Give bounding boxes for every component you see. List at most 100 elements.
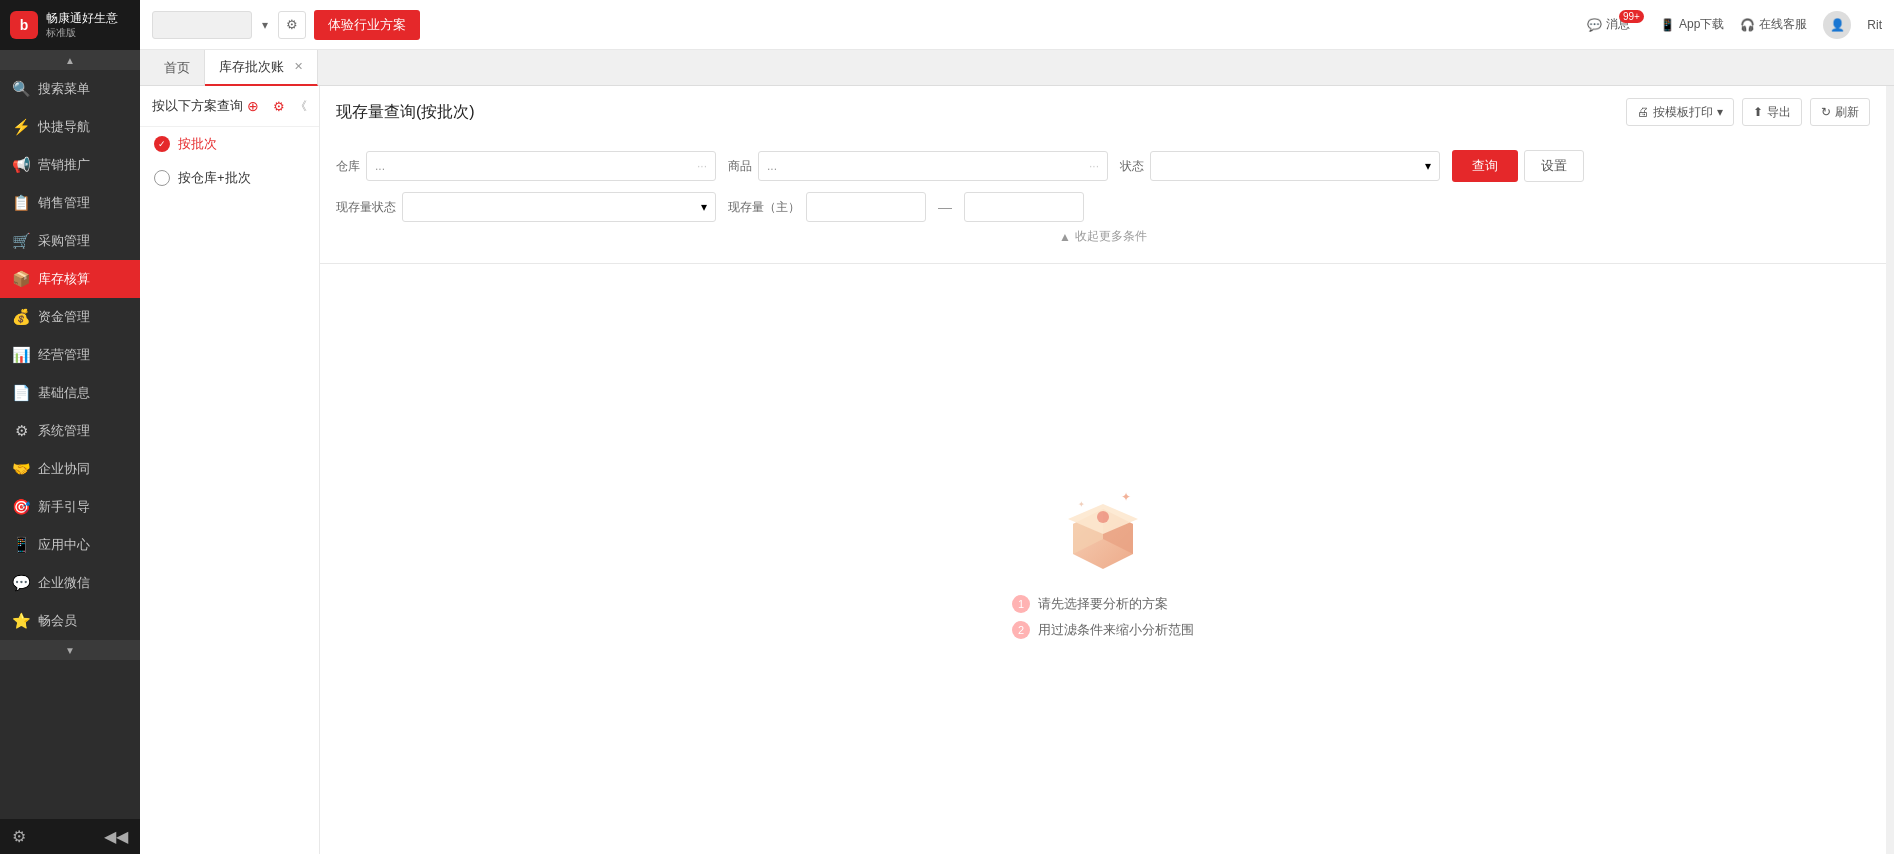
app-download-button[interactable]: 📱 App下载 [1660, 16, 1724, 33]
sidebar-item-basic-info[interactable]: 📄 基础信息 [0, 374, 140, 412]
sidebar-item-guide[interactable]: 🎯 新手引导 [0, 488, 140, 526]
scheme-settings-button[interactable]: ⚙ [269, 96, 289, 116]
operations-icon: 📊 [12, 346, 30, 364]
warehouse-input[interactable]: ... ··· [366, 151, 716, 181]
empty-icon: ✦ ✦ [1053, 479, 1153, 579]
export-icon: ⬆ [1753, 105, 1763, 119]
service-button[interactable]: 🎧 在线客服 [1740, 16, 1807, 33]
sidebar-footer: ⚙ ◀◀ [0, 819, 140, 854]
left-panel-actions: ⊕ ⚙ 《 [243, 96, 307, 116]
topbar-dropdown-button[interactable]: ▾ [256, 11, 274, 39]
service-label: 在线客服 [1759, 16, 1807, 33]
page-title: 现存量查询(按批次) [336, 102, 475, 123]
sidebar-header: b 畅康通好生意 标准版 [0, 0, 140, 50]
inventory-icon: 📦 [12, 270, 30, 288]
sidebar-item-member[interactable]: ⭐ 畅会员 [0, 602, 140, 640]
sidebar-item-marketing[interactable]: 📢 营销推广 [0, 146, 140, 184]
scheme-inactive-dot [154, 170, 170, 186]
sidebar-search[interactable]: 🔍 搜索菜单 [0, 70, 140, 108]
collapse-more-button[interactable]: ▲ 收起更多条件 [336, 222, 1870, 251]
scheme-item-by-batch[interactable]: ✓ 按批次 [140, 127, 319, 161]
topbar-settings-button[interactable]: ⚙ [278, 11, 306, 39]
refresh-button[interactable]: ↻ 刷新 [1810, 98, 1870, 126]
tip-num-1: 1 [1012, 595, 1030, 613]
tip-num-2: 2 [1012, 621, 1030, 639]
filter-inventory-status: 现存量状态 ▾ [336, 192, 716, 222]
print-button[interactable]: 🖨 按模板打印 ▾ [1626, 98, 1734, 126]
sidebar-search-label: 搜索菜单 [38, 80, 90, 98]
filter-goods: 商品 ... ··· [728, 151, 1108, 181]
inventory-qty-max-input[interactable] [964, 192, 1084, 222]
right-scrollbar[interactable] [1886, 86, 1894, 854]
status-select-icon: ▾ [1425, 159, 1431, 173]
sidebar-item-sales[interactable]: 📋 销售管理 [0, 184, 140, 222]
tab-close-button[interactable]: ✕ [294, 60, 303, 73]
sidebar-item-purchase[interactable]: 🛒 采购管理 [0, 222, 140, 260]
goods-input[interactable]: ... ··· [758, 151, 1108, 181]
chevron-up-icon: ▲ [1059, 230, 1071, 244]
user-avatar[interactable]: 👤 [1823, 11, 1851, 39]
sidebar-scroll-up[interactable]: ▲ [0, 50, 140, 70]
right-main: 现存量查询(按批次) 🖨 按模板打印 ▾ ⬆ 导出 ↻ [320, 86, 1886, 854]
refresh-label: 刷新 [1835, 104, 1859, 121]
tab-home[interactable]: 首页 [150, 50, 205, 86]
finance-icon: 💰 [12, 308, 30, 326]
app-logo: b [10, 11, 38, 39]
empty-state: ✦ ✦ 1 请先选择要分析的方案 2 用过滤条件来缩小分析范围 [320, 264, 1886, 854]
sidebar-item-enterprise[interactable]: 🤝 企业协同 [0, 450, 140, 488]
collapse-left-panel-button[interactable]: 《 [295, 98, 307, 115]
topbar-search-input[interactable] [152, 11, 252, 39]
notice-button[interactable]: 💬 消息 99+ [1587, 16, 1630, 33]
collapse-sidebar-icon[interactable]: ◀◀ [104, 827, 128, 846]
export-button[interactable]: ⬆ 导出 [1742, 98, 1802, 126]
sidebar-item-label: 经营管理 [38, 346, 90, 364]
status-select[interactable]: ▾ [1150, 151, 1440, 181]
filter-row-1-wrap: 仓库 ... ··· 商品 [336, 150, 1870, 222]
sidebar-item-label: 企业协同 [38, 460, 90, 478]
notice-icon: 💬 [1587, 18, 1602, 32]
sidebar-item-label: 系统管理 [38, 422, 90, 440]
refresh-icon: ↻ [1821, 105, 1831, 119]
collapse-more-label: 收起更多条件 [1075, 228, 1147, 245]
sidebar-item-label: 资金管理 [38, 308, 90, 326]
sidebar: b 畅康通好生意 标准版 ▲ 🔍 搜索菜单 ⚡ 快捷导航 📢 营销推广 📋 销售… [0, 0, 140, 854]
sidebar-item-wechat[interactable]: 💬 企业微信 [0, 564, 140, 602]
phone-icon: 📱 [1660, 18, 1675, 32]
inventory-qty-min-input[interactable] [806, 192, 926, 222]
search-icon: 🔍 [12, 80, 30, 98]
inventory-status-select[interactable]: ▾ [402, 192, 716, 222]
settings-button[interactable]: 设置 [1524, 150, 1584, 182]
scheme-label: 按批次 [178, 135, 217, 153]
sidebar-item-label: 销售管理 [38, 194, 90, 212]
empty-tips: 1 请先选择要分析的方案 2 用过滤条件来缩小分析范围 [1012, 595, 1194, 639]
scheme-item-by-warehouse-batch[interactable]: 按仓库+批次 [140, 161, 319, 195]
svg-text:✦: ✦ [1078, 500, 1085, 509]
sidebar-item-quick-nav[interactable]: ⚡ 快捷导航 [0, 108, 140, 146]
filter-warehouse: 仓库 ... ··· [336, 151, 716, 181]
headset-icon: 🎧 [1740, 18, 1755, 32]
empty-tip-2: 2 用过滤条件来缩小分析范围 [1012, 621, 1194, 639]
tip-text-1: 请先选择要分析的方案 [1038, 595, 1168, 613]
sidebar-item-operations[interactable]: 📊 经营管理 [0, 336, 140, 374]
username-label[interactable]: Rit [1867, 18, 1882, 32]
basic-info-icon: 📄 [12, 384, 30, 402]
main-area: ▾ ⚙ 体验行业方案 💬 消息 99+ 📱 App下载 🎧 在线客服 👤 Rit [140, 0, 1894, 854]
print-icon: 🖨 [1637, 105, 1649, 119]
page-actions: 🖨 按模板打印 ▾ ⬆ 导出 ↻ 刷新 [1626, 98, 1870, 126]
sidebar-item-finance[interactable]: 💰 资金管理 [0, 298, 140, 336]
tip-text-2: 用过滤条件来缩小分析范围 [1038, 621, 1194, 639]
experience-button[interactable]: 体验行业方案 [314, 10, 420, 40]
sidebar-item-inventory[interactable]: 📦 库存核算 [0, 260, 140, 298]
enterprise-icon: 🤝 [12, 460, 30, 478]
query-button[interactable]: 查询 [1452, 150, 1518, 182]
sidebar-scroll-down[interactable]: ▼ [0, 640, 140, 660]
filter-row-1-fields: 仓库 ... ··· 商品 [336, 150, 1870, 222]
action-btns: 查询 设置 [1452, 150, 1584, 182]
sidebar-item-label: 畅会员 [38, 612, 77, 630]
sidebar-item-system[interactable]: ⚙ 系统管理 [0, 412, 140, 450]
tab-inventory-batch[interactable]: 库存批次账 ✕ [205, 50, 318, 86]
settings-footer-icon[interactable]: ⚙ [12, 827, 26, 846]
add-scheme-button[interactable]: ⊕ [243, 96, 263, 116]
sidebar-item-app-center[interactable]: 📱 应用中心 [0, 526, 140, 564]
sales-icon: 📋 [12, 194, 30, 212]
